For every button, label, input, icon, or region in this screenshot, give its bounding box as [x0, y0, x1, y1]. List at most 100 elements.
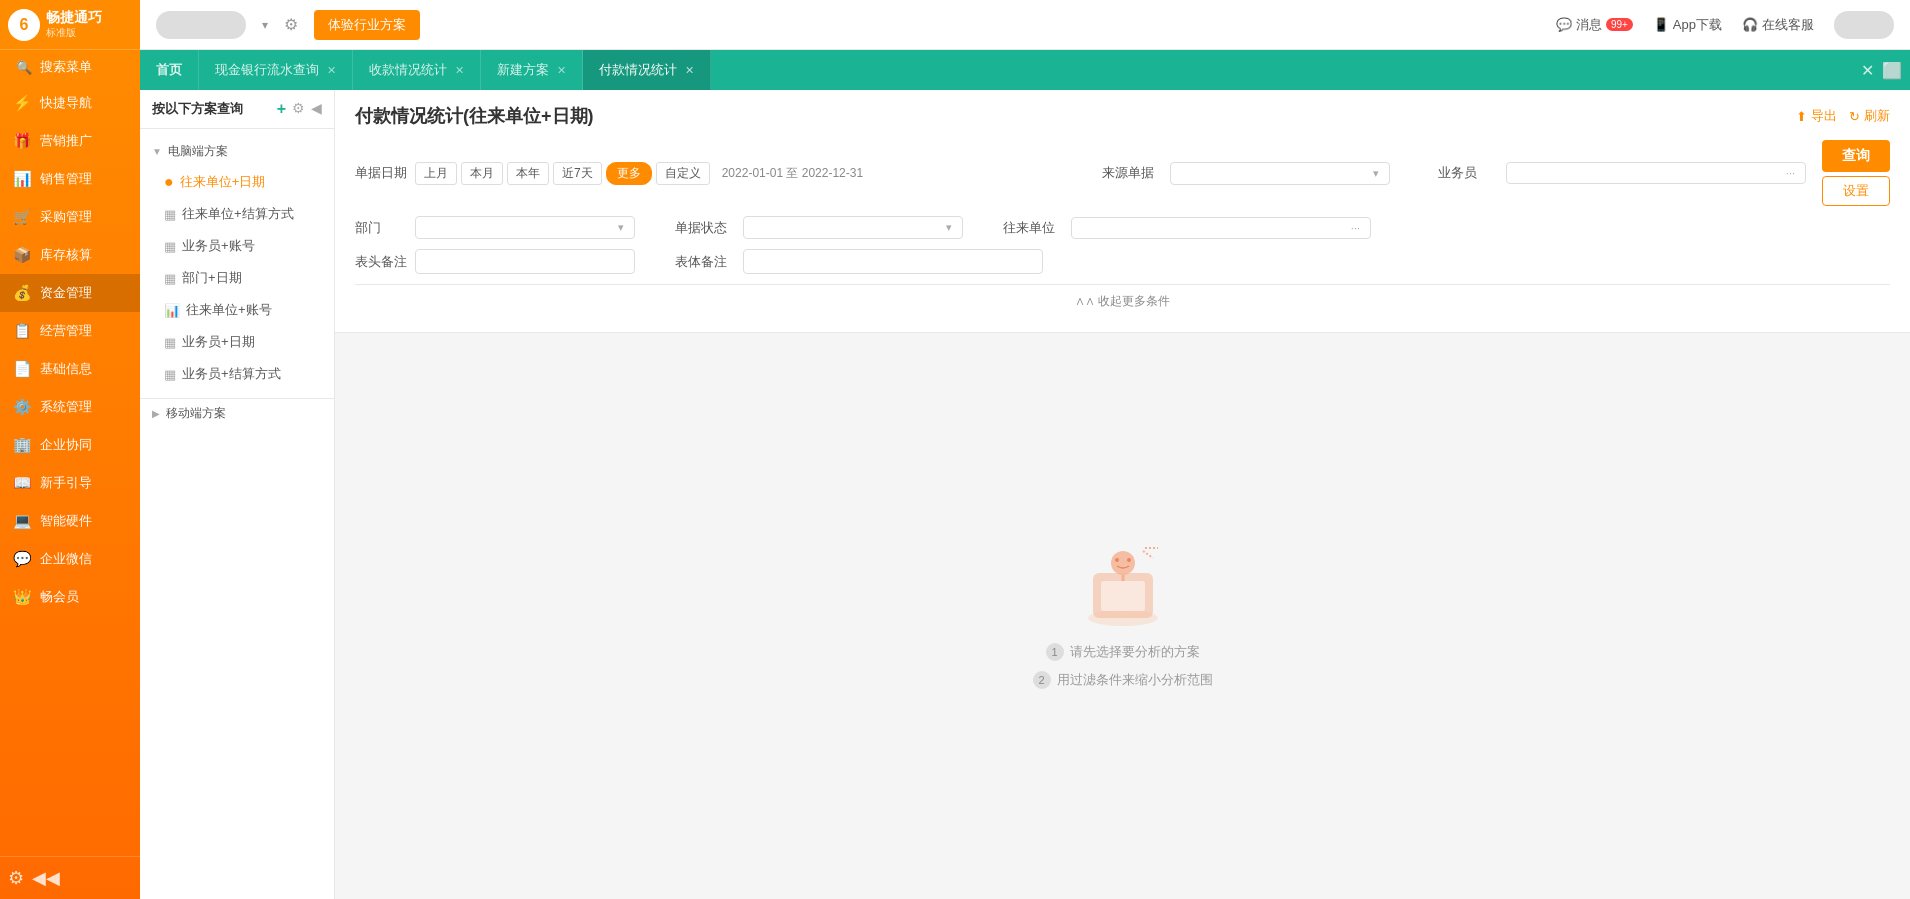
smart-hw-icon: 💻 [12, 512, 32, 530]
scheme-item-salesman-date[interactable]: ▦ 业务员+日期 [140, 326, 334, 358]
partner-select[interactable]: ··· [1071, 217, 1371, 239]
refresh-btn[interactable]: ↻ 刷新 [1849, 107, 1890, 125]
logo-icon: 6 [8, 9, 40, 41]
sidebar-item-basic-info[interactable]: 📄 基础信息 [0, 350, 140, 388]
messages-btn[interactable]: 💬 消息 99+ [1556, 16, 1633, 34]
desktop-expand-arrow: ▼ [152, 146, 162, 157]
svg-rect-2 [1101, 581, 1145, 611]
tab-close-all-icon[interactable]: ✕ [1861, 61, 1874, 80]
sidebar-settings-icon[interactable]: ⚙ [8, 867, 24, 889]
quick-nav-icon: ⚡ [12, 94, 32, 112]
main-area: ▾ ⚙ 体验行业方案 💬 消息 99+ 📱 App下载 🎧 在线客服 首页 [140, 0, 1910, 899]
doc-status-select[interactable]: ▾ [743, 216, 963, 239]
header-settings-icon[interactable]: ⚙ [284, 15, 298, 34]
purchase-icon: 🛒 [12, 208, 32, 226]
sidebar-item-marketing[interactable]: 🎁 营销推广 [0, 122, 140, 160]
top-header: ▾ ⚙ 体验行业方案 💬 消息 99+ 📱 App下载 🎧 在线客服 [140, 0, 1910, 50]
tab-close-pay-stats[interactable]: ✕ [685, 64, 694, 77]
system-icon: ⚙️ [12, 398, 32, 416]
sidebar-footer: ⚙ ◀◀ [0, 856, 140, 899]
left-scheme-panel: 按以下方案查询 + ⚙ ◀ ▼ 电脑端方案 ● 往来单位+日期 ▦ [140, 90, 335, 899]
body-note-input[interactable] [743, 249, 1043, 274]
add-scheme-icon[interactable]: + [277, 100, 286, 118]
svg-point-6 [1127, 558, 1131, 562]
mobile-scheme-group: ▶ 移动端方案 [140, 398, 334, 428]
desktop-scheme-group: ▼ 电脑端方案 ● 往来单位+日期 ▦ 往来单位+结算方式 ▦ 业务员+账号 ▦ [140, 129, 334, 398]
tab-new-scheme[interactable]: 新建方案 ✕ [481, 50, 583, 90]
scheme-item-unit-date[interactable]: ● 往来单位+日期 [140, 166, 334, 198]
dept-chevron: ▾ [618, 221, 624, 234]
message-icon: 💬 [1556, 17, 1572, 32]
date-btn-this-month[interactable]: 本月 [461, 162, 503, 185]
online-service-btn[interactable]: 🎧 在线客服 [1742, 16, 1814, 34]
svg-point-5 [1115, 558, 1119, 562]
query-btn[interactable]: 查询 [1822, 140, 1890, 172]
sidebar-item-wechat[interactable]: 💬 企业微信 [0, 540, 140, 578]
sidebar-item-newbie[interactable]: 📖 新手引导 [0, 464, 140, 502]
tab-home[interactable]: 首页 [140, 50, 199, 90]
scheme-icon-3: 📊 [164, 303, 180, 318]
scheme-icon-1: ▦ [164, 239, 176, 254]
scheme-item-salesman-acct[interactable]: ▦ 业务员+账号 [140, 230, 334, 262]
export-btn[interactable]: ⬆ 导出 [1796, 107, 1837, 125]
collapse-more-conditions-btn[interactable]: ∧∧ 收起更多条件 [355, 284, 1890, 318]
tab-close-payment-stats[interactable]: ✕ [455, 64, 464, 77]
app-download-btn[interactable]: 📱 App下载 [1653, 16, 1722, 34]
source-doc-select[interactable]: ▾ [1170, 162, 1390, 185]
sidebar-item-finance[interactable]: 💰 资金管理 [0, 274, 140, 312]
sidebar-item-purchase[interactable]: 🛒 采购管理 [0, 198, 140, 236]
filter-title-bar: 付款情况统计(往来单位+日期) ⬆ 导出 ↻ 刷新 [355, 104, 1890, 128]
sidebar-item-system[interactable]: ⚙️ 系统管理 [0, 388, 140, 426]
sidebar-nav: ⚡ 快捷导航 🎁 营销推广 📊 销售管理 🛒 采购管理 📦 库存核算 💰 资金管… [0, 84, 140, 856]
sidebar-collapse-icon[interactable]: ◀◀ [32, 867, 60, 889]
empty-hint-1: 1 请先选择要分析的方案 [1046, 643, 1200, 661]
user-avatar[interactable] [1834, 11, 1894, 39]
scheme-settings-icon[interactable]: ⚙ [292, 100, 305, 118]
filter-setting-btn[interactable]: 设置 [1822, 176, 1890, 206]
empty-state: 1 请先选择要分析的方案 2 用过滤条件来缩小分析范围 [335, 333, 1910, 899]
phone-icon: 📱 [1653, 17, 1669, 32]
dept-select[interactable]: ▾ [415, 216, 635, 239]
tab-close-bank-flow[interactable]: ✕ [327, 64, 336, 77]
date-btn-more[interactable]: 更多 [606, 162, 652, 185]
logo-text: 畅捷通巧 标准版 [46, 9, 102, 40]
sidebar-item-sales[interactable]: 📊 销售管理 [0, 160, 140, 198]
scheme-item-dept-date[interactable]: ▦ 部门+日期 [140, 262, 334, 294]
sidebar-item-member[interactable]: 👑 畅会员 [0, 578, 140, 616]
salesman-select[interactable]: ··· [1506, 162, 1806, 184]
search-menu-item[interactable]: 🔍 搜索菜单 [0, 50, 140, 84]
scheme-active-icon: ● [164, 173, 174, 191]
tab-pay-stats[interactable]: 付款情况统计 ✕ [583, 50, 711, 90]
scheme-item-salesman-settle[interactable]: ▦ 业务员+结算方式 [140, 358, 334, 390]
scheme-item-unit-settle[interactable]: ▦ 往来单位+结算方式 [140, 198, 334, 230]
tab-payment-stats[interactable]: 收款情况统计 ✕ [353, 50, 481, 90]
basic-info-icon: 📄 [12, 360, 32, 378]
scheme-collapse-icon[interactable]: ◀ [311, 100, 322, 118]
title-actions: ⬆ 导出 ↻ 刷新 [1796, 107, 1890, 125]
sidebar-item-quick-nav[interactable]: ⚡ 快捷导航 [0, 84, 140, 122]
svg-point-3 [1111, 551, 1135, 575]
sidebar-item-smart-hw[interactable]: 💻 智能硬件 [0, 502, 140, 540]
desktop-scheme-group-title[interactable]: ▼ 电脑端方案 [140, 137, 334, 166]
filter-row-1: 单据日期 上月 本月 本年 近7天 更多 自定义 2022-01-01 至 20… [355, 140, 1890, 206]
newbie-icon: 📖 [12, 474, 32, 492]
sidebar-item-operations[interactable]: 📋 经营管理 [0, 312, 140, 350]
header-note-input[interactable] [415, 249, 635, 274]
tab-bank-flow[interactable]: 现金银行流水查询 ✕ [199, 50, 353, 90]
trial-industry-btn[interactable]: 体验行业方案 [314, 10, 420, 40]
date-btn-last-month[interactable]: 上月 [415, 162, 457, 185]
scheme-item-unit-acct[interactable]: 📊 往来单位+账号 [140, 294, 334, 326]
date-btn-custom[interactable]: 自定义 [656, 162, 710, 185]
user-dropdown-arrow[interactable]: ▾ [262, 18, 268, 32]
wechat-icon: 💬 [12, 550, 32, 568]
collapse-arrow-icon: ∧∧ [1075, 294, 1098, 308]
sidebar-item-company[interactable]: 🏢 企业协同 [0, 426, 140, 464]
mobile-scheme-group-title[interactable]: ▶ 移动端方案 [140, 399, 334, 428]
sidebar-item-inventory[interactable]: 📦 库存核算 [0, 236, 140, 274]
tab-close-new-scheme[interactable]: ✕ [557, 64, 566, 77]
date-btn-this-year[interactable]: 本年 [507, 162, 549, 185]
header-right-actions: 💬 消息 99+ 📱 App下载 🎧 在线客服 [1556, 11, 1894, 39]
finance-icon: 💰 [12, 284, 32, 302]
date-btn-7days[interactable]: 近7天 [553, 162, 602, 185]
tab-maximize-icon[interactable]: ⬜ [1882, 61, 1902, 80]
